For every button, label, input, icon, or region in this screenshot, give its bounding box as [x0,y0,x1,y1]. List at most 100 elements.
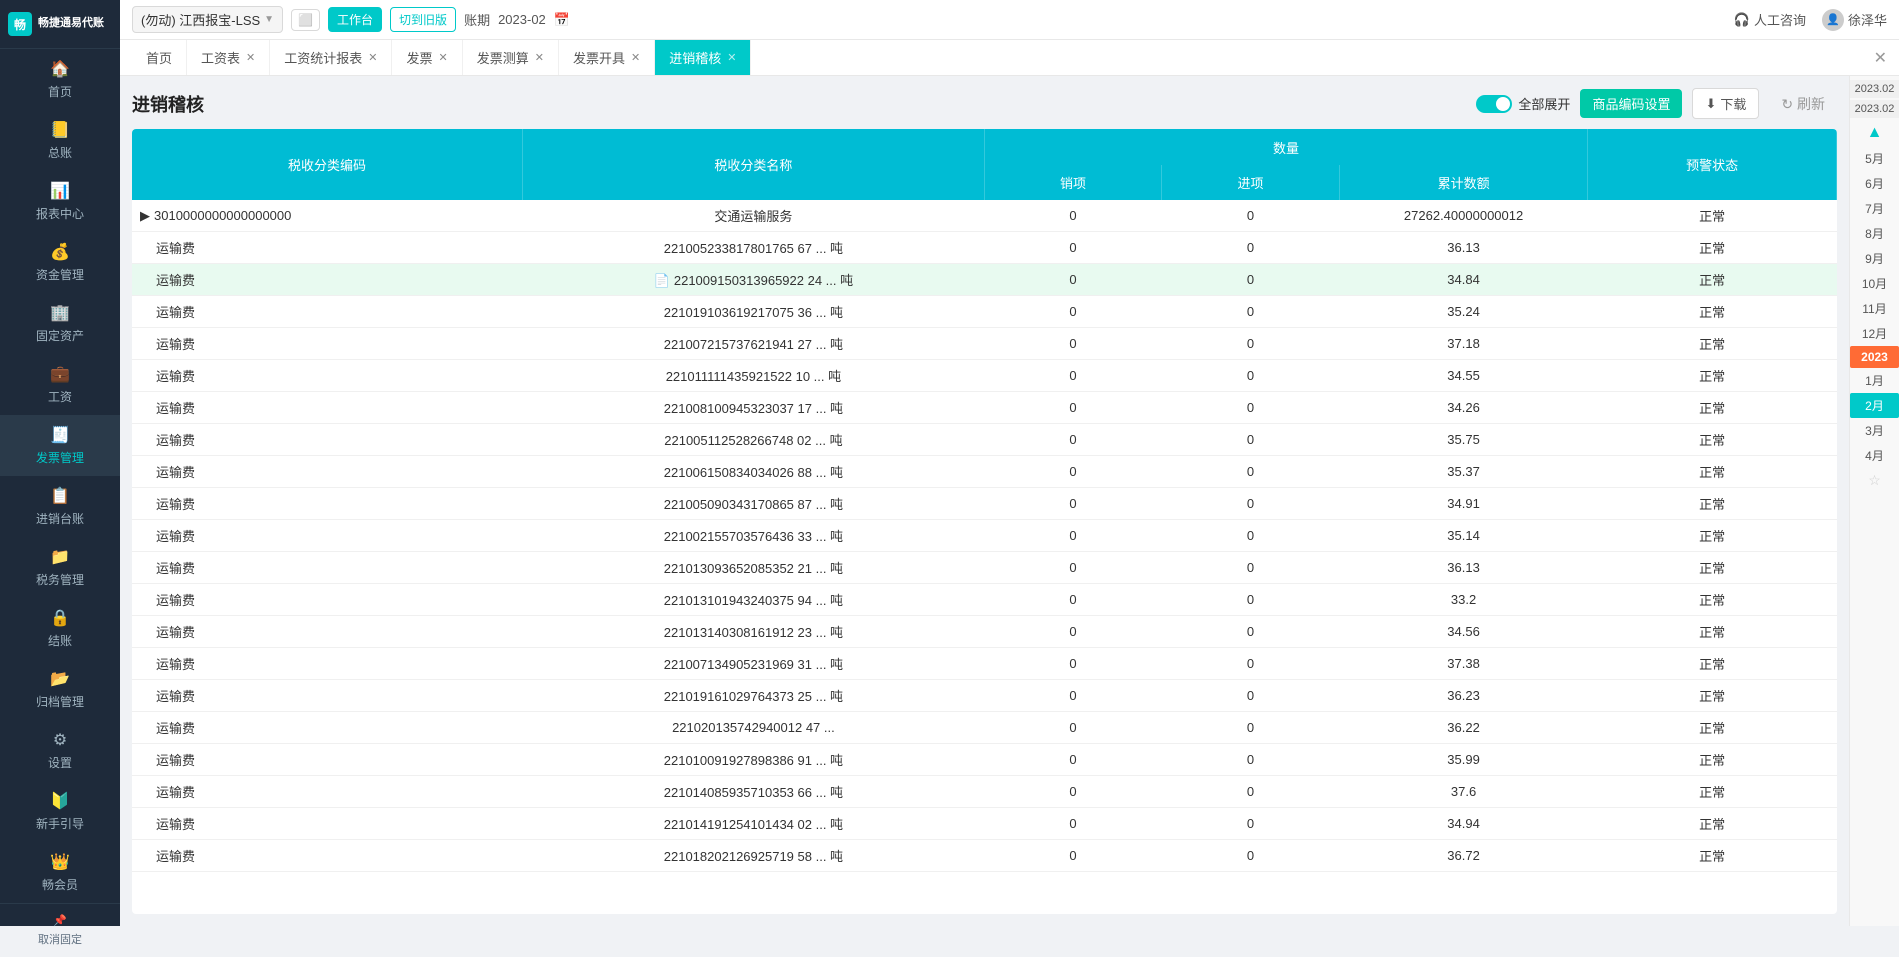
sidebar-item-tax[interactable]: 📁 税务管理 [0,537,120,598]
month-2-current[interactable]: 2月 [1850,393,1899,418]
row-invoice: 221005090343170865 87 ... 吨 [523,488,985,520]
sidebar-item-capital[interactable]: 💰 资金管理 [0,232,120,293]
sidebar-label-close: 结账 [48,632,72,649]
month-1[interactable]: 1月 [1850,368,1899,393]
row-cumulative: 34.84 [1339,264,1588,296]
row-invoice: 221014085935710353 66 ... 吨 [523,776,985,808]
switch-old-btn[interactable]: 切到旧版 [390,7,456,32]
tab-invoice[interactable]: 发票✕ [392,40,462,75]
toggle-switch[interactable] [1476,95,1512,113]
month-7[interactable]: 7月 [1850,196,1899,221]
sidebar-item-invoice[interactable]: 🧾 发票管理 [0,415,120,476]
table-row: 运输费 221018202126925719 58 ... 吨 0 0 36.7… [132,840,1837,872]
month-12[interactable]: 12月 [1850,321,1899,346]
refresh-btn[interactable]: ↻ 刷新 [1769,89,1837,119]
tab-label-salary: 工资表 [201,48,240,67]
row-status: 正常 [1588,712,1837,744]
sidebar-item-assets[interactable]: 🏢 固定资产 [0,293,120,354]
row-invoice: 221020135742940012 47 ... [523,712,985,744]
company-selector[interactable]: (勿动) 江西报宝-LSS ▼ [132,6,283,33]
row-sales: 0 [984,520,1162,552]
download-btn[interactable]: ⬇ 下载 [1692,88,1759,119]
tab-home[interactable]: 首页 [132,40,187,75]
row-name: 运输费 [132,552,523,584]
sidebar-item-report[interactable]: 📊 报表中心 [0,171,120,232]
row-sales: 0 [984,456,1162,488]
row-invoice: 221007215737621941 27 ... 吨 [523,328,985,360]
tab-salary-report[interactable]: 工资统计报表✕ [270,40,392,75]
support-btn[interactable]: 🎧 人工咨询 [1734,10,1806,29]
unit-text: 吨 [830,529,843,544]
unit-text: 吨 [830,241,843,256]
sidebar-item-archive[interactable]: 📂 归档管理 [0,659,120,720]
expand-arrow[interactable]: ▶ [140,208,150,223]
sidebar-item-close[interactable]: 🔒 结账 [0,598,120,659]
sidebar-item-member[interactable]: 👑 畅会员 [0,842,120,903]
workbench-btn[interactable]: 工作台 [328,7,382,32]
row-sales: 0 [984,296,1162,328]
row-name: 运输费 [132,264,523,296]
scroll-up-arrow[interactable]: ▲ [1863,120,1887,146]
month-11[interactable]: 11月 [1850,296,1899,321]
sidebar-item-salary[interactable]: 💼 工资 [0,354,120,415]
row-status: 正常 [1588,840,1837,872]
user-menu[interactable]: 👤 徐泽华 [1822,9,1887,31]
table-row: 运输费 221014191254101434 02 ... 吨 0 0 34.9… [132,808,1837,840]
tab-invoice-open[interactable]: 发票开具✕ [559,40,655,75]
row-name: 运输费 [132,584,523,616]
row-sales: 0 [984,200,1162,232]
month-8[interactable]: 8月 [1850,221,1899,246]
row-purchase: 0 [1162,200,1340,232]
month-4[interactable]: 4月 [1850,443,1899,468]
row-status: 正常 [1588,296,1837,328]
row-purchase: 0 [1162,328,1340,360]
row-sales: 0 [984,392,1162,424]
row-invoice: 221008100945323037 17 ... 吨 [523,392,985,424]
row-cumulative: 36.72 [1339,840,1588,872]
sidebar-icon-home: 🏠 [50,59,70,79]
row-sales: 0 [984,552,1162,584]
month-3[interactable]: 3月 [1850,418,1899,443]
unit-text: 吨 [830,625,843,640]
row-invoice: 221018202126925719 58 ... 吨 [523,840,985,872]
calendar-icon[interactable]: 📅 [554,12,570,28]
unit-text: 吨 [830,689,843,704]
tab-invoice-calc[interactable]: 发票测算✕ [463,40,559,75]
month-10[interactable]: 10月 [1850,271,1899,296]
row-sales: 0 [984,424,1162,456]
product-code-btn[interactable]: 商品编码设置 [1580,89,1682,118]
sidebar-item-settings[interactable]: ⚙ 设置 [0,720,120,781]
tab-close-salary[interactable]: ✕ [246,51,255,64]
row-sales: 0 [984,584,1162,616]
sidebar-label-invoice: 发票管理 [36,449,84,466]
sidebar-item-home[interactable]: 🏠 首页 [0,49,120,110]
unpin-label: 取消固定 [38,931,82,947]
month-9[interactable]: 9月 [1850,246,1899,271]
favorite-icon[interactable]: ☆ [1864,468,1885,493]
copy-btn[interactable]: ⬜ [291,9,320,31]
row-status: 正常 [1588,360,1837,392]
sidebar-item-ledger[interactable]: 📒 总账 [0,110,120,171]
sidebar-label-guide: 新手引导 [36,815,84,832]
sidebar-item-guide[interactable]: 🔰 新手引导 [0,781,120,842]
month-6[interactable]: 6月 [1850,171,1899,196]
sidebar-icon-ledger: 📒 [50,120,70,140]
tab-close-invoice-open[interactable]: ✕ [631,51,640,64]
expand-toggle[interactable]: 全部展开 [1476,94,1570,113]
tab-close-invoice-calc[interactable]: ✕ [535,51,544,64]
sidebar: 畅 畅捷通易代账 🏠 首页 📒 总账 📊 报表中心 💰 资金管理 🏢 固定资产 … [0,0,120,926]
tab-salary[interactable]: 工资表 ✕ [187,40,270,75]
tab-reconcile[interactable]: 进销稽核✕ [655,40,751,75]
tab-close-invoice[interactable]: ✕ [439,51,448,64]
close-all-icon[interactable]: ✕ [1874,48,1887,68]
app-logo: 畅 畅捷通易代账 [0,0,120,49]
unit-text: 吨 [830,593,843,608]
col-name-header: 税收分类名称 [523,129,985,200]
download-icon: ⬇ [1705,96,1716,112]
sidebar-item-intable[interactable]: 📋 进销台账 [0,476,120,537]
tab-close-reconcile[interactable]: ✕ [727,51,736,64]
month-5[interactable]: 5月 [1850,146,1899,171]
row-invoice: 221005233817801765 67 ... 吨 [523,232,985,264]
tab-close-salary-report[interactable]: ✕ [368,51,377,64]
sidebar-unpin[interactable]: 📌 取消固定 [0,904,120,957]
